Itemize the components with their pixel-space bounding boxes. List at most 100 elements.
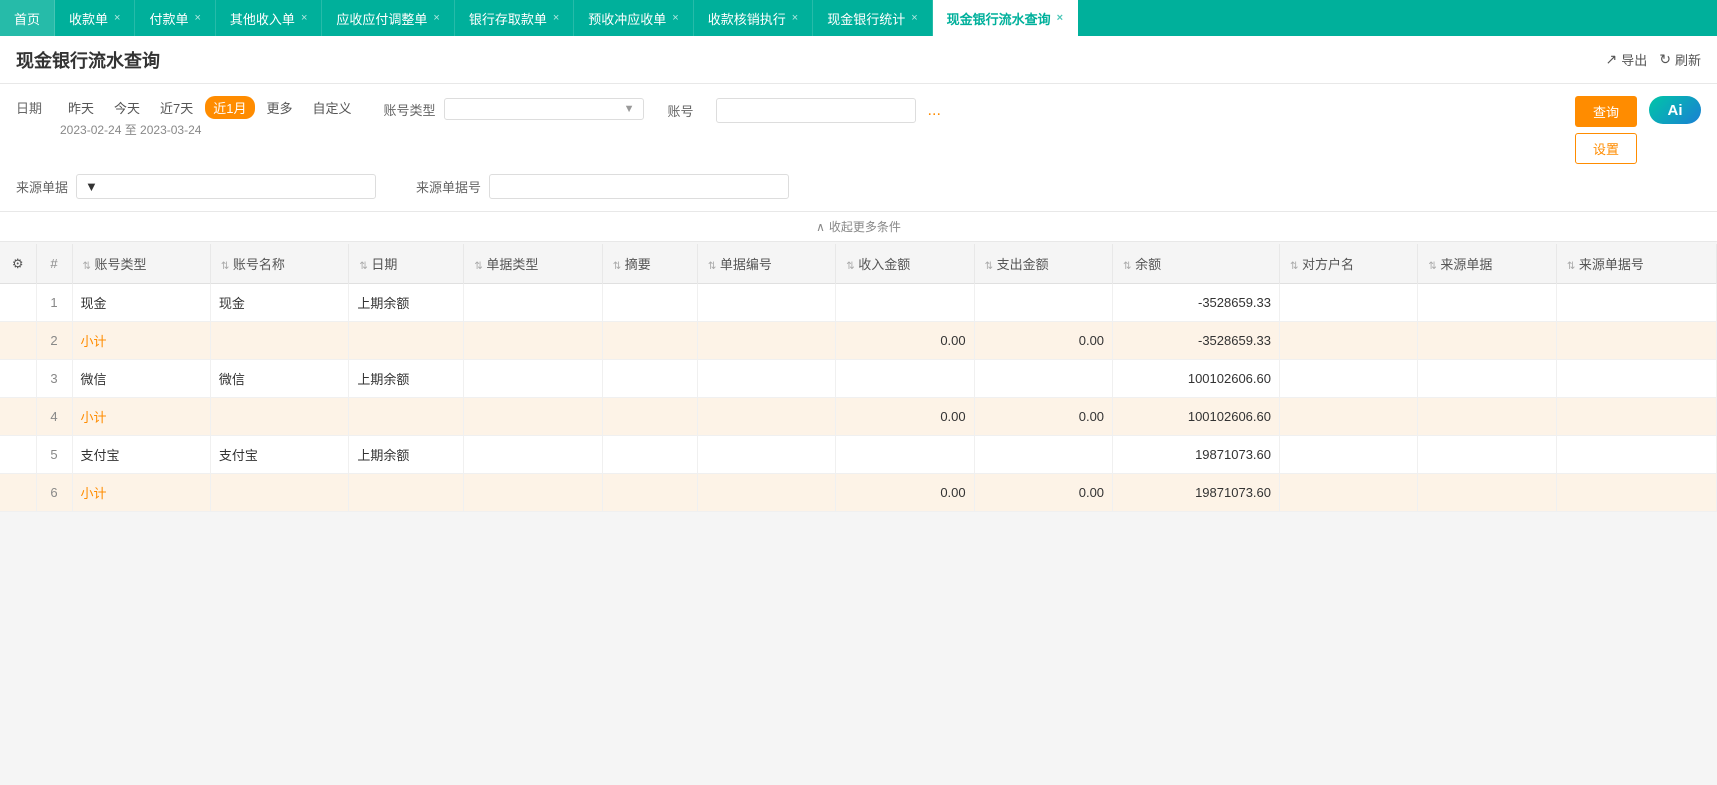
close-icon[interactable]: × <box>911 12 917 24</box>
cell-account-type: 小计 <box>72 474 210 512</box>
cell-doc-type <box>464 284 602 322</box>
account-label: 账号 <box>668 101 708 120</box>
cell-gear <box>0 284 36 322</box>
cell-counterpart <box>1280 284 1418 322</box>
settings-button[interactable]: 设置 <box>1575 133 1637 164</box>
nav-tab-shoukuanhexiao[interactable]: 收款核销执行 × <box>694 0 813 36</box>
cell-no: 5 <box>36 436 72 474</box>
page-header: 现金银行流水查询 ↗ 导出 ↻ 刷新 <box>0 36 1717 84</box>
th-counterpart[interactable]: ⇅ 对方户名 <box>1280 244 1418 284</box>
cell-expense: 0.00 <box>974 474 1112 512</box>
close-icon[interactable]: × <box>553 12 559 24</box>
cell-no: 4 <box>36 398 72 436</box>
cell-doc-type <box>464 398 602 436</box>
cell-no: 1 <box>36 284 72 322</box>
th-account-type[interactable]: ⇅ 账号类型 <box>72 244 210 284</box>
collapse-bar[interactable]: ∧ 收起更多条件 <box>0 212 1717 242</box>
table-row[interactable]: 2 小计 0.00 0.00 -3528659.33 <box>0 322 1717 360</box>
table-container: ⚙ # ⇅ 账号类型 ⇅ 账号名称 ⇅ 日期 ⇅ 单据类型 <box>0 244 1717 512</box>
date-opt-1month[interactable]: 近1月 <box>205 96 254 119</box>
th-expense[interactable]: ⇅ 支出金额 <box>974 244 1112 284</box>
cell-doc-no <box>697 436 835 474</box>
date-opt-yesterday[interactable]: 昨天 <box>60 96 102 119</box>
refresh-label: 刷新 <box>1675 50 1701 69</box>
table-row[interactable]: 3 微信 微信 上期余额 100102606.60 <box>0 360 1717 398</box>
table-row[interactable]: 6 小计 0.00 0.00 19871073.60 <box>0 474 1717 512</box>
table-row[interactable]: 4 小计 0.00 0.00 100102606.60 <box>0 398 1717 436</box>
cell-balance: 100102606.60 <box>1113 360 1280 398</box>
nav-home[interactable]: 首页 <box>0 0 55 36</box>
cell-counterpart <box>1280 322 1418 360</box>
close-icon[interactable]: × <box>433 12 439 24</box>
sort-icon: ⇅ <box>1567 261 1575 272</box>
cell-account-name: 现金 <box>210 284 348 322</box>
source-doc-no-input[interactable] <box>489 174 789 199</box>
nav-tab-yingshou[interactable]: 应收应付调整单 × <box>322 0 454 36</box>
cell-doc-no <box>697 322 835 360</box>
cell-expense <box>974 360 1112 398</box>
th-doc-type[interactable]: ⇅ 单据类型 <box>464 244 602 284</box>
cell-gear <box>0 360 36 398</box>
sort-icon: ⇅ <box>83 261 91 272</box>
close-icon[interactable]: × <box>792 12 798 24</box>
source-doc-select[interactable]: ▼ <box>76 174 376 199</box>
filter-area: 日期 昨天 今天 近7天 近1月 更多 自定义 2023-02-24 至 202… <box>0 84 1717 212</box>
table-row[interactable]: 5 支付宝 支付宝 上期余额 19871073.60 <box>0 436 1717 474</box>
cell-account-type: 现金 <box>72 284 210 322</box>
nav-tab-xianjintongji[interactable]: 现金银行统计 × <box>813 0 932 36</box>
th-income[interactable]: ⇅ 收入金额 <box>836 244 974 284</box>
close-icon[interactable]: × <box>672 12 678 24</box>
th-source-doc[interactable]: ⇅ 来源单据 <box>1418 244 1556 284</box>
nav-tab-shoukuandan[interactable]: 收款单 × <box>55 0 135 36</box>
close-icon[interactable]: × <box>194 12 200 24</box>
th-balance[interactable]: ⇅ 余额 <box>1113 244 1280 284</box>
th-gear[interactable]: ⚙ <box>0 244 36 284</box>
th-doc-no[interactable]: ⇅ 单据编号 <box>697 244 835 284</box>
date-opt-7days[interactable]: 近7天 <box>152 96 201 119</box>
cell-source-doc-no <box>1556 474 1716 512</box>
th-summary[interactable]: ⇅ 摘要 <box>602 244 697 284</box>
ai-label: Ai <box>1668 102 1683 119</box>
query-button[interactable]: 查询 <box>1575 96 1637 127</box>
account-type-select[interactable]: ▼ <box>444 98 644 120</box>
th-account-name[interactable]: ⇅ 账号名称 <box>210 244 348 284</box>
th-date[interactable]: ⇅ 日期 <box>349 244 464 284</box>
nav-tab-yushou[interactable]: 预收冲应收单 × <box>574 0 693 36</box>
cell-source-doc <box>1418 436 1556 474</box>
source-doc-group: 来源单据 ▼ <box>16 174 376 199</box>
sort-icon: ⇅ <box>221 261 229 272</box>
cell-expense: 0.00 <box>974 322 1112 360</box>
collapse-icon: ∧ <box>816 220 825 234</box>
date-opt-custom[interactable]: 自定义 <box>305 96 360 119</box>
sort-icon: ⇅ <box>846 261 854 272</box>
account-type-label: 账号类型 <box>384 100 436 119</box>
cell-gear <box>0 398 36 436</box>
ai-badge[interactable]: Ai <box>1649 96 1701 124</box>
tab-label: 现金银行流水查询 <box>947 9 1051 28</box>
nav-tab-liushuichaxun[interactable]: 现金银行流水查询 × <box>933 0 1078 36</box>
nav-tab-yinhang[interactable]: 银行存取款单 × <box>455 0 574 36</box>
sort-icon: ⇅ <box>1290 261 1298 272</box>
close-icon[interactable]: × <box>301 12 307 24</box>
table-row[interactable]: 1 现金 现金 上期余额 -3528659.33 <box>0 284 1717 322</box>
nav-tab-qitashouru[interactable]: 其他收入单 × <box>216 0 322 36</box>
th-source-doc-no[interactable]: ⇅ 来源单据号 <box>1556 244 1716 284</box>
date-opt-today[interactable]: 今天 <box>106 96 148 119</box>
close-icon[interactable]: × <box>114 12 120 24</box>
nav-tab-fukuandan[interactable]: 付款单 × <box>135 0 215 36</box>
account-dots-button[interactable]: ... <box>924 102 945 120</box>
th-no: # <box>36 244 72 284</box>
cell-no: 3 <box>36 360 72 398</box>
cell-doc-no <box>697 474 835 512</box>
tab-label: 其他收入单 <box>230 9 295 28</box>
account-input[interactable] <box>716 98 916 123</box>
refresh-button[interactable]: ↻ 刷新 <box>1659 50 1701 69</box>
close-icon[interactable]: × <box>1057 12 1063 24</box>
export-button[interactable]: ↗ 导出 <box>1606 50 1648 69</box>
date-opt-more[interactable]: 更多 <box>259 96 301 119</box>
cell-no: 2 <box>36 322 72 360</box>
cell-source-doc <box>1418 322 1556 360</box>
cell-source-doc <box>1418 284 1556 322</box>
cell-gear <box>0 474 36 512</box>
cell-balance: -3528659.33 <box>1113 322 1280 360</box>
